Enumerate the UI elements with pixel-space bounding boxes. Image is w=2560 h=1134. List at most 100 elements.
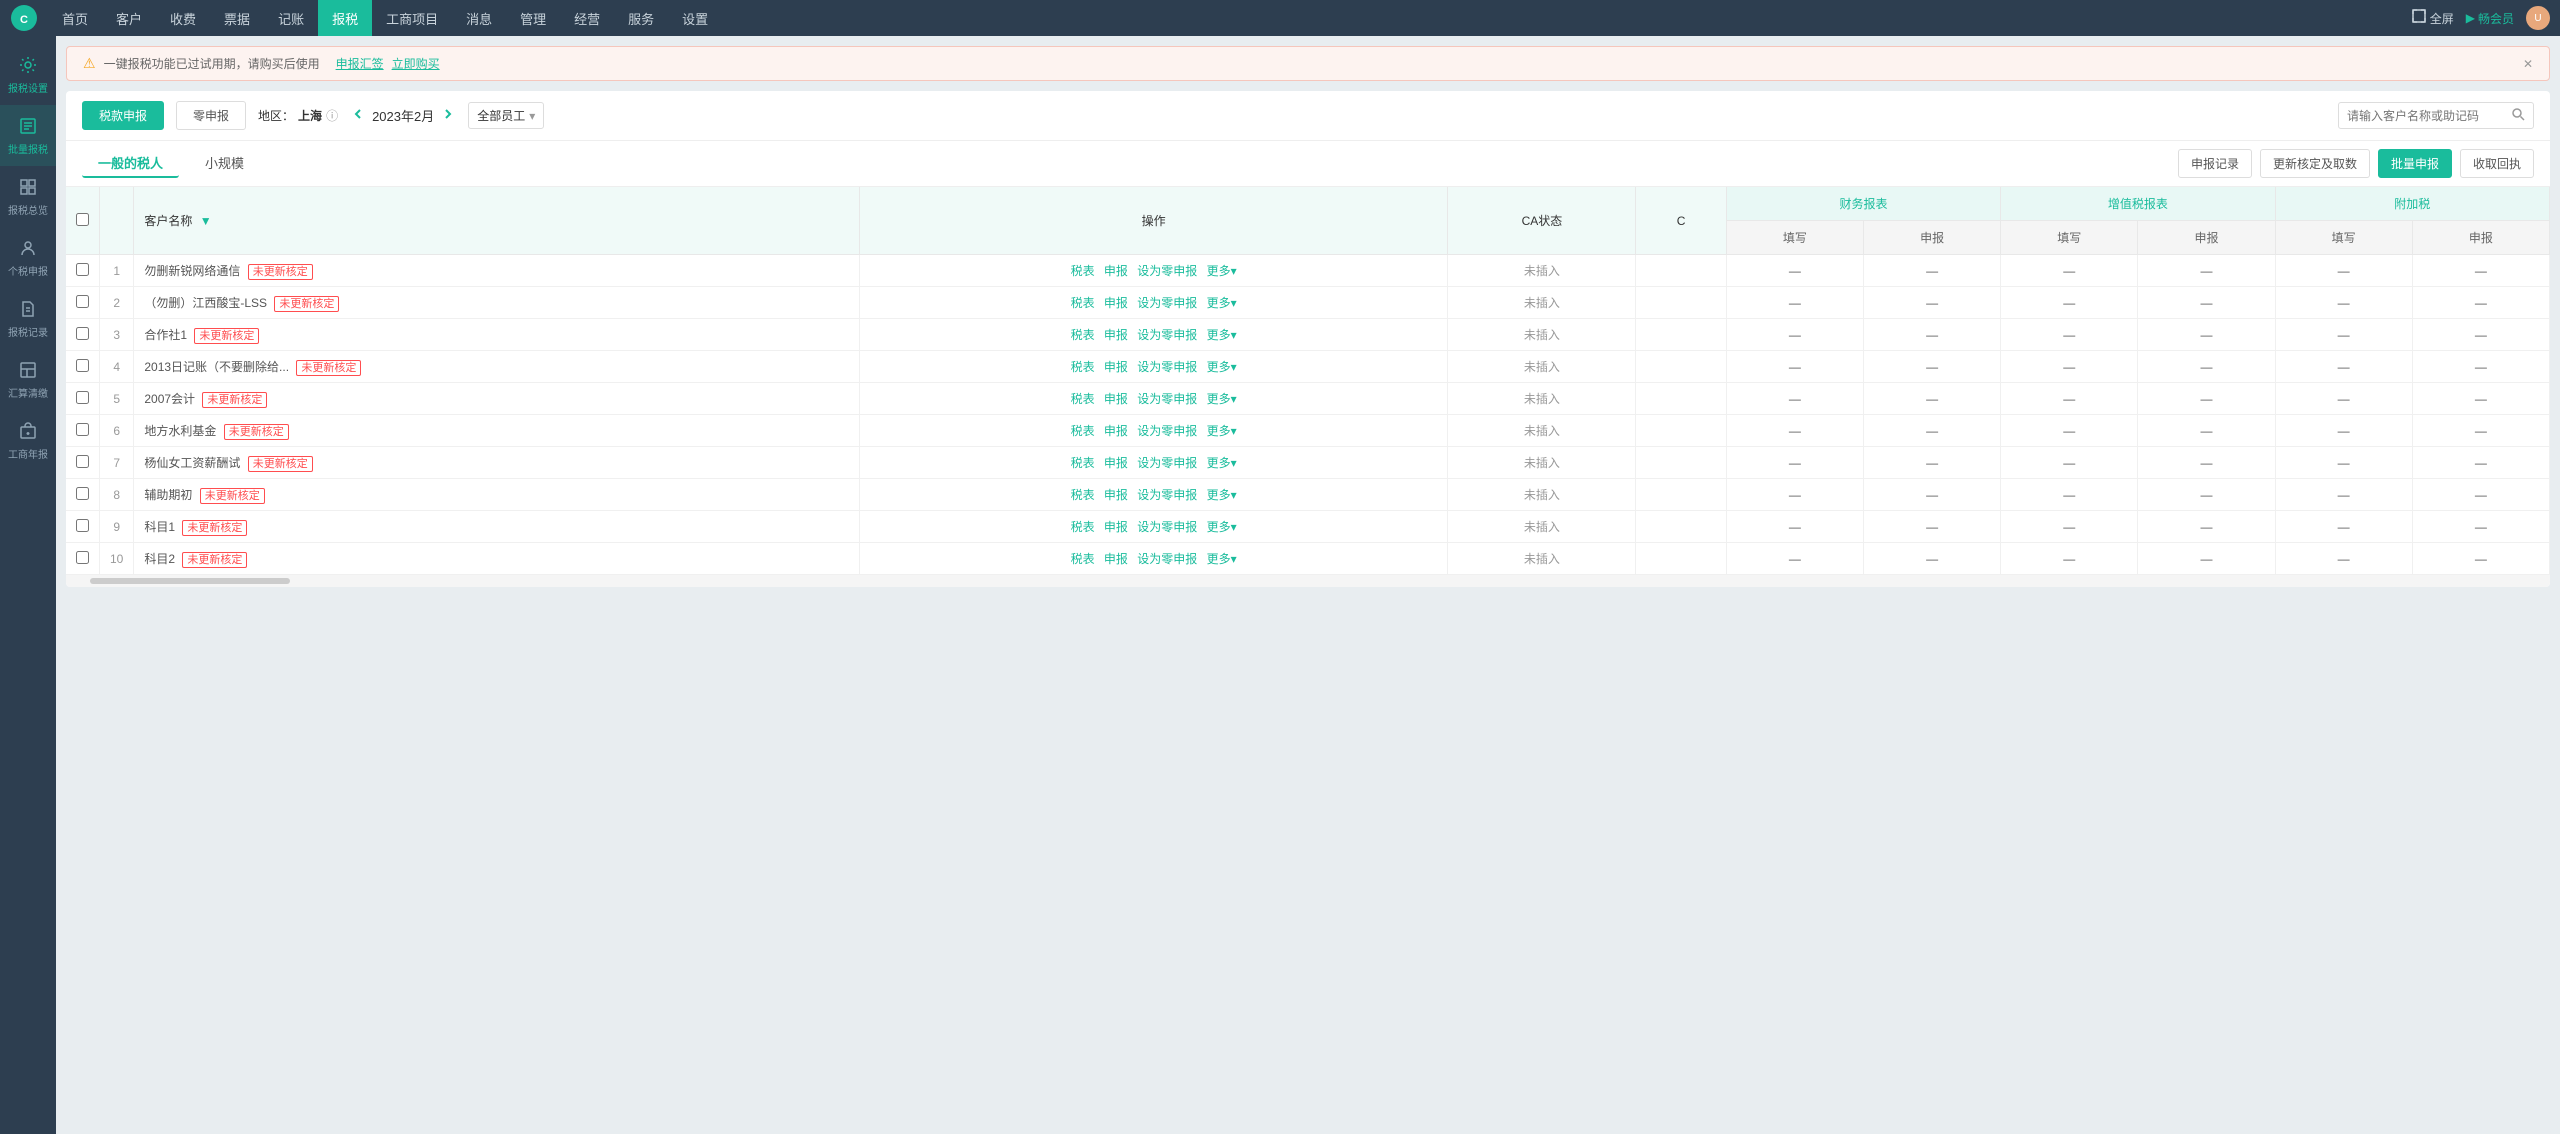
nav-tax[interactable]: 报税 — [318, 0, 372, 36]
op-declare-3[interactable]: 申报 — [1104, 360, 1128, 374]
nav-operations[interactable]: 经营 — [560, 0, 614, 36]
op-declare-2[interactable]: 申报 — [1104, 328, 1128, 342]
nav-bookkeeping[interactable]: 记账 — [264, 0, 318, 36]
sidebar-item-tax-overview[interactable]: 报税总览 — [0, 166, 56, 227]
op-taxform-7[interactable]: 税表 — [1071, 488, 1095, 502]
op-more-5[interactable]: 更多▾ — [1207, 424, 1237, 438]
nav-service[interactable]: 服务 — [614, 0, 668, 36]
op-zerodeclare-0[interactable]: 设为零申报 — [1137, 264, 1197, 278]
op-zerodeclare-7[interactable]: 设为零申报 — [1137, 488, 1197, 502]
nav-manage[interactable]: 管理 — [506, 0, 560, 36]
search-input[interactable] — [2347, 109, 2507, 123]
op-declare-6[interactable]: 申报 — [1104, 456, 1128, 470]
op-declare-5[interactable]: 申报 — [1104, 424, 1128, 438]
nav-settings[interactable]: 设置 — [668, 0, 722, 36]
select-all-checkbox[interactable] — [76, 213, 89, 226]
op-taxform-5[interactable]: 税表 — [1071, 424, 1095, 438]
personal-tax-icon — [17, 237, 39, 259]
op-zerodeclare-8[interactable]: 设为零申报 — [1137, 520, 1197, 534]
op-more-2[interactable]: 更多▾ — [1207, 328, 1237, 342]
sort-icon[interactable]: ▼ — [200, 214, 212, 228]
tab-tax-declare[interactable]: 税款申报 — [82, 101, 164, 130]
sidebar-item-batch-tax[interactable]: 批量报税 — [0, 105, 56, 166]
logo[interactable]: C — [10, 4, 38, 32]
nav-biz-project[interactable]: 工商项目 — [372, 0, 452, 36]
op-more-9[interactable]: 更多▾ — [1207, 552, 1237, 566]
sidebar-item-personal-tax[interactable]: 个税申报 — [0, 227, 56, 288]
op-taxform-0[interactable]: 税表 — [1071, 264, 1095, 278]
tax-record-icon — [17, 298, 39, 320]
op-more-6[interactable]: 更多▾ — [1207, 456, 1237, 470]
op-taxform-4[interactable]: 税表 — [1071, 392, 1095, 406]
staff-select[interactable]: 全部员工 ▾ — [468, 102, 544, 129]
op-declare-1[interactable]: 申报 — [1104, 296, 1128, 310]
op-declare-4[interactable]: 申报 — [1104, 392, 1128, 406]
row-checkbox-1[interactable] — [76, 295, 89, 308]
row-add-declare-4: — — [2412, 383, 2549, 415]
op-zerodeclare-6[interactable]: 设为零申报 — [1137, 456, 1197, 470]
row-checkbox-6[interactable] — [76, 455, 89, 468]
op-more-0[interactable]: 更多▾ — [1207, 264, 1237, 278]
fullscreen-btn[interactable]: 全屏 — [2412, 9, 2453, 27]
tab-small-scale[interactable]: 小规模 — [189, 149, 260, 178]
search-icon[interactable] — [2511, 107, 2525, 124]
sidebar-label-tax-settings: 报税设置 — [8, 80, 48, 95]
nav-invoice[interactable]: 票据 — [210, 0, 264, 36]
collect-return-btn[interactable]: 收取回执 — [2460, 149, 2534, 178]
op-taxform-3[interactable]: 税表 — [1071, 360, 1095, 374]
row-vat-fill-6: — — [2001, 447, 2138, 479]
op-zerodeclare-1[interactable]: 设为零申报 — [1137, 296, 1197, 310]
member-btn[interactable]: ▶ 畅会员 — [2466, 10, 2514, 27]
banner-close-btn[interactable]: ✕ — [2523, 57, 2533, 71]
declare-record-btn[interactable]: 申报记录 — [2178, 149, 2252, 178]
op-taxform-6[interactable]: 税表 — [1071, 456, 1095, 470]
row-checkbox-2[interactable] — [76, 327, 89, 340]
op-taxform-2[interactable]: 税表 — [1071, 328, 1095, 342]
prev-date-btn[interactable] — [350, 106, 366, 125]
tab-zero-declare[interactable]: 零申报 — [176, 101, 246, 130]
row-checkbox-3[interactable] — [76, 359, 89, 372]
op-taxform-9[interactable]: 税表 — [1071, 552, 1095, 566]
op-zerodeclare-2[interactable]: 设为零申报 — [1137, 328, 1197, 342]
op-more-1[interactable]: 更多▾ — [1207, 296, 1237, 310]
buy-link[interactable]: 立即购买 — [392, 55, 440, 72]
batch-declare-btn[interactable]: 批量申报 — [2378, 149, 2452, 178]
sidebar-item-tax-settings[interactable]: 报税设置 — [0, 44, 56, 105]
nav-message[interactable]: 消息 — [452, 0, 506, 36]
op-zerodeclare-3[interactable]: 设为零申报 — [1137, 360, 1197, 374]
th-op: 操作 — [859, 187, 1448, 255]
row-checkbox-4[interactable] — [76, 391, 89, 404]
tab-general-taxpayer[interactable]: 一般的税人 — [82, 149, 179, 178]
op-more-8[interactable]: 更多▾ — [1207, 520, 1237, 534]
op-declare-9[interactable]: 申报 — [1104, 552, 1128, 566]
avatar[interactable]: U — [2526, 6, 2550, 30]
op-more-3[interactable]: 更多▾ — [1207, 360, 1237, 374]
op-declare-0[interactable]: 申报 — [1104, 264, 1128, 278]
op-declare-7[interactable]: 申报 — [1104, 488, 1128, 502]
scrollbar-thumb[interactable] — [90, 578, 290, 584]
row-checkbox-9[interactable] — [76, 551, 89, 564]
update-quota-btn[interactable]: 更新核定及取数 — [2260, 149, 2370, 178]
row-checkbox-7[interactable] — [76, 487, 89, 500]
row-num-0: 1 — [100, 255, 134, 287]
next-date-btn[interactable] — [440, 106, 456, 125]
sidebar-item-calc-clear[interactable]: 汇算清缴 — [0, 349, 56, 410]
sidebar-item-biz-annual[interactable]: 工商年报 — [0, 410, 56, 471]
op-zerodeclare-9[interactable]: 设为零申报 — [1137, 552, 1197, 566]
op-taxform-8[interactable]: 税表 — [1071, 520, 1095, 534]
nav-home[interactable]: 首页 — [48, 0, 102, 36]
row-num-8: 9 — [100, 511, 134, 543]
op-zerodeclare-5[interactable]: 设为零申报 — [1137, 424, 1197, 438]
op-declare-8[interactable]: 申报 — [1104, 520, 1128, 534]
row-checkbox-5[interactable] — [76, 423, 89, 436]
nav-client[interactable]: 客户 — [102, 0, 156, 36]
nav-billing[interactable]: 收费 — [156, 0, 210, 36]
report-link[interactable]: 申报汇签 — [336, 55, 384, 72]
op-taxform-1[interactable]: 税表 — [1071, 296, 1095, 310]
sidebar-item-tax-record[interactable]: 报税记录 — [0, 288, 56, 349]
op-more-4[interactable]: 更多▾ — [1207, 392, 1237, 406]
op-zerodeclare-4[interactable]: 设为零申报 — [1137, 392, 1197, 406]
row-checkbox-8[interactable] — [76, 519, 89, 532]
op-more-7[interactable]: 更多▾ — [1207, 488, 1237, 502]
row-checkbox-0[interactable] — [76, 263, 89, 276]
